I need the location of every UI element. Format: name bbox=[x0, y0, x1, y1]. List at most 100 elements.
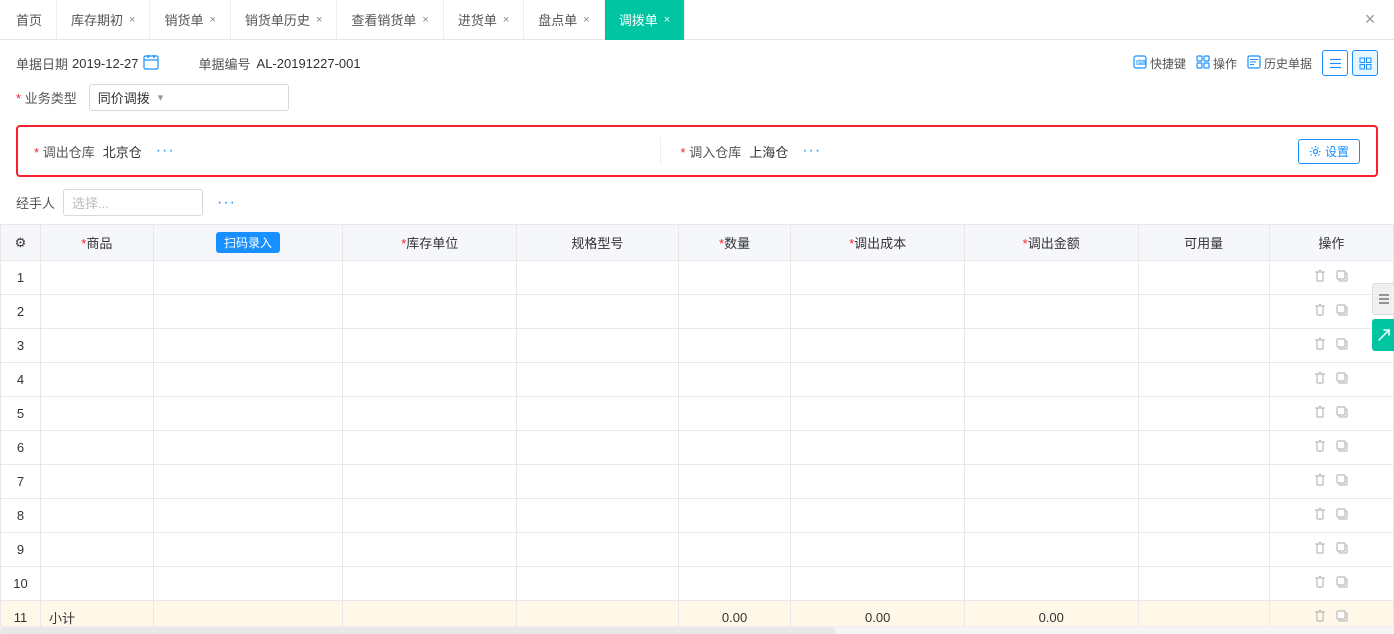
row-product[interactable] bbox=[41, 397, 154, 431]
row-unit[interactable] bbox=[343, 295, 517, 329]
row-amount[interactable] bbox=[964, 397, 1138, 431]
scan-btn[interactable]: 扫码录入 bbox=[216, 232, 280, 253]
row-copy-icon[interactable] bbox=[1335, 269, 1349, 286]
tab-inventory-check-close[interactable]: × bbox=[583, 14, 589, 26]
business-type-select[interactable]: 同价调拨 ▾ bbox=[89, 84, 289, 111]
grid-view-btn[interactable] bbox=[1352, 50, 1378, 76]
row-unit[interactable] bbox=[343, 261, 517, 295]
row-spec[interactable] bbox=[517, 261, 679, 295]
history-btn[interactable]: 历史单据 bbox=[1247, 55, 1312, 72]
row-spec[interactable] bbox=[517, 295, 679, 329]
row-spec[interactable] bbox=[517, 465, 679, 499]
row-product[interactable] bbox=[41, 329, 154, 363]
row-copy-icon[interactable] bbox=[1335, 541, 1349, 558]
row-amount[interactable] bbox=[964, 567, 1138, 601]
row-cost[interactable] bbox=[791, 533, 965, 567]
row-delete-icon[interactable] bbox=[1313, 337, 1327, 354]
row-product[interactable] bbox=[41, 499, 154, 533]
row-cost[interactable] bbox=[791, 295, 965, 329]
row-delete-icon[interactable] bbox=[1313, 371, 1327, 388]
row-cost[interactable] bbox=[791, 465, 965, 499]
row-delete-icon[interactable] bbox=[1313, 303, 1327, 320]
tab-inventory-init-close[interactable]: × bbox=[129, 14, 135, 26]
tab-purchase[interactable]: 进货单 × bbox=[444, 0, 524, 40]
warehouse-out-value[interactable]: 北京仓 bbox=[103, 142, 142, 161]
row-cost[interactable] bbox=[791, 499, 965, 533]
row-cost[interactable] bbox=[791, 397, 965, 431]
row-cost[interactable] bbox=[791, 567, 965, 601]
subtotal-copy-icon[interactable] bbox=[1335, 609, 1349, 626]
row-amount[interactable] bbox=[964, 465, 1138, 499]
row-delete-icon[interactable] bbox=[1313, 507, 1327, 524]
tab-sales-history-close[interactable]: × bbox=[316, 14, 322, 26]
row-spec[interactable] bbox=[517, 397, 679, 431]
row-amount[interactable] bbox=[964, 261, 1138, 295]
row-amount[interactable] bbox=[964, 499, 1138, 533]
tab-sales-order-close[interactable]: × bbox=[209, 14, 215, 26]
row-spec[interactable] bbox=[517, 363, 679, 397]
row-cost[interactable] bbox=[791, 431, 965, 465]
row-copy-icon[interactable] bbox=[1335, 473, 1349, 490]
tab-view-sales[interactable]: 查看销货单 × bbox=[337, 0, 443, 40]
row-qty[interactable] bbox=[678, 431, 791, 465]
right-list-btn[interactable] bbox=[1372, 283, 1394, 315]
scrollbar[interactable] bbox=[0, 626, 1394, 634]
row-delete-icon[interactable] bbox=[1313, 405, 1327, 422]
row-copy-icon[interactable] bbox=[1335, 371, 1349, 388]
row-unit[interactable] bbox=[343, 465, 517, 499]
row-delete-icon[interactable] bbox=[1313, 439, 1327, 456]
row-amount[interactable] bbox=[964, 363, 1138, 397]
row-amount[interactable] bbox=[964, 329, 1138, 363]
tab-inventory-check[interactable]: 盘点单 × bbox=[524, 0, 604, 40]
warehouse-in-value[interactable]: 上海仓 bbox=[749, 142, 788, 161]
tab-transfer[interactable]: 调拨单 × bbox=[605, 0, 685, 40]
row-qty[interactable] bbox=[678, 533, 791, 567]
row-qty[interactable] bbox=[678, 295, 791, 329]
row-unit[interactable] bbox=[343, 533, 517, 567]
calendar-icon[interactable] bbox=[143, 54, 159, 73]
handler-dots[interactable]: ··· bbox=[217, 194, 236, 212]
row-product[interactable] bbox=[41, 295, 154, 329]
tab-inventory-init[interactable]: 库存期初 × bbox=[57, 0, 150, 40]
row-product[interactable] bbox=[41, 363, 154, 397]
row-delete-icon[interactable] bbox=[1313, 269, 1327, 286]
operations-btn[interactable]: 操作 bbox=[1196, 55, 1237, 72]
row-cost[interactable] bbox=[791, 363, 965, 397]
row-delete-icon[interactable] bbox=[1313, 473, 1327, 490]
row-product[interactable] bbox=[41, 261, 154, 295]
shortcut-btn[interactable]: ⌨ 快捷键 bbox=[1133, 55, 1186, 72]
tab-transfer-close[interactable]: × bbox=[664, 14, 670, 26]
row-copy-icon[interactable] bbox=[1335, 303, 1349, 320]
row-unit[interactable] bbox=[343, 567, 517, 601]
row-spec[interactable] bbox=[517, 431, 679, 465]
row-amount[interactable] bbox=[964, 295, 1138, 329]
row-product[interactable] bbox=[41, 533, 154, 567]
tab-sales-history[interactable]: 销货单历史 × bbox=[231, 0, 337, 40]
tab-view-sales-close[interactable]: × bbox=[422, 14, 428, 26]
row-unit[interactable] bbox=[343, 329, 517, 363]
row-copy-icon[interactable] bbox=[1335, 507, 1349, 524]
handler-select[interactable]: 选择... bbox=[63, 189, 203, 216]
row-spec[interactable] bbox=[517, 329, 679, 363]
data-table-wrap[interactable]: ⚙ *商品 扫码录入 *库存单位 规格型号 *数量 bbox=[0, 224, 1394, 626]
row-spec[interactable] bbox=[517, 499, 679, 533]
row-delete-icon[interactable] bbox=[1313, 541, 1327, 558]
settings-button[interactable]: 设置 bbox=[1298, 139, 1360, 164]
row-spec[interactable] bbox=[517, 533, 679, 567]
row-amount[interactable] bbox=[964, 431, 1138, 465]
row-copy-icon[interactable] bbox=[1335, 337, 1349, 354]
row-qty[interactable] bbox=[678, 397, 791, 431]
row-unit[interactable] bbox=[343, 431, 517, 465]
row-qty[interactable] bbox=[678, 499, 791, 533]
warehouse-in-dots[interactable]: ··· bbox=[802, 142, 821, 160]
list-view-btn[interactable] bbox=[1322, 50, 1348, 76]
tab-sales-order[interactable]: 销货单 × bbox=[150, 0, 230, 40]
row-copy-icon[interactable] bbox=[1335, 575, 1349, 592]
warehouse-out-dots[interactable]: ··· bbox=[156, 142, 175, 160]
row-qty[interactable] bbox=[678, 363, 791, 397]
row-amount[interactable] bbox=[964, 533, 1138, 567]
row-qty[interactable] bbox=[678, 567, 791, 601]
row-unit[interactable] bbox=[343, 499, 517, 533]
row-product[interactable] bbox=[41, 567, 154, 601]
row-spec[interactable] bbox=[517, 567, 679, 601]
